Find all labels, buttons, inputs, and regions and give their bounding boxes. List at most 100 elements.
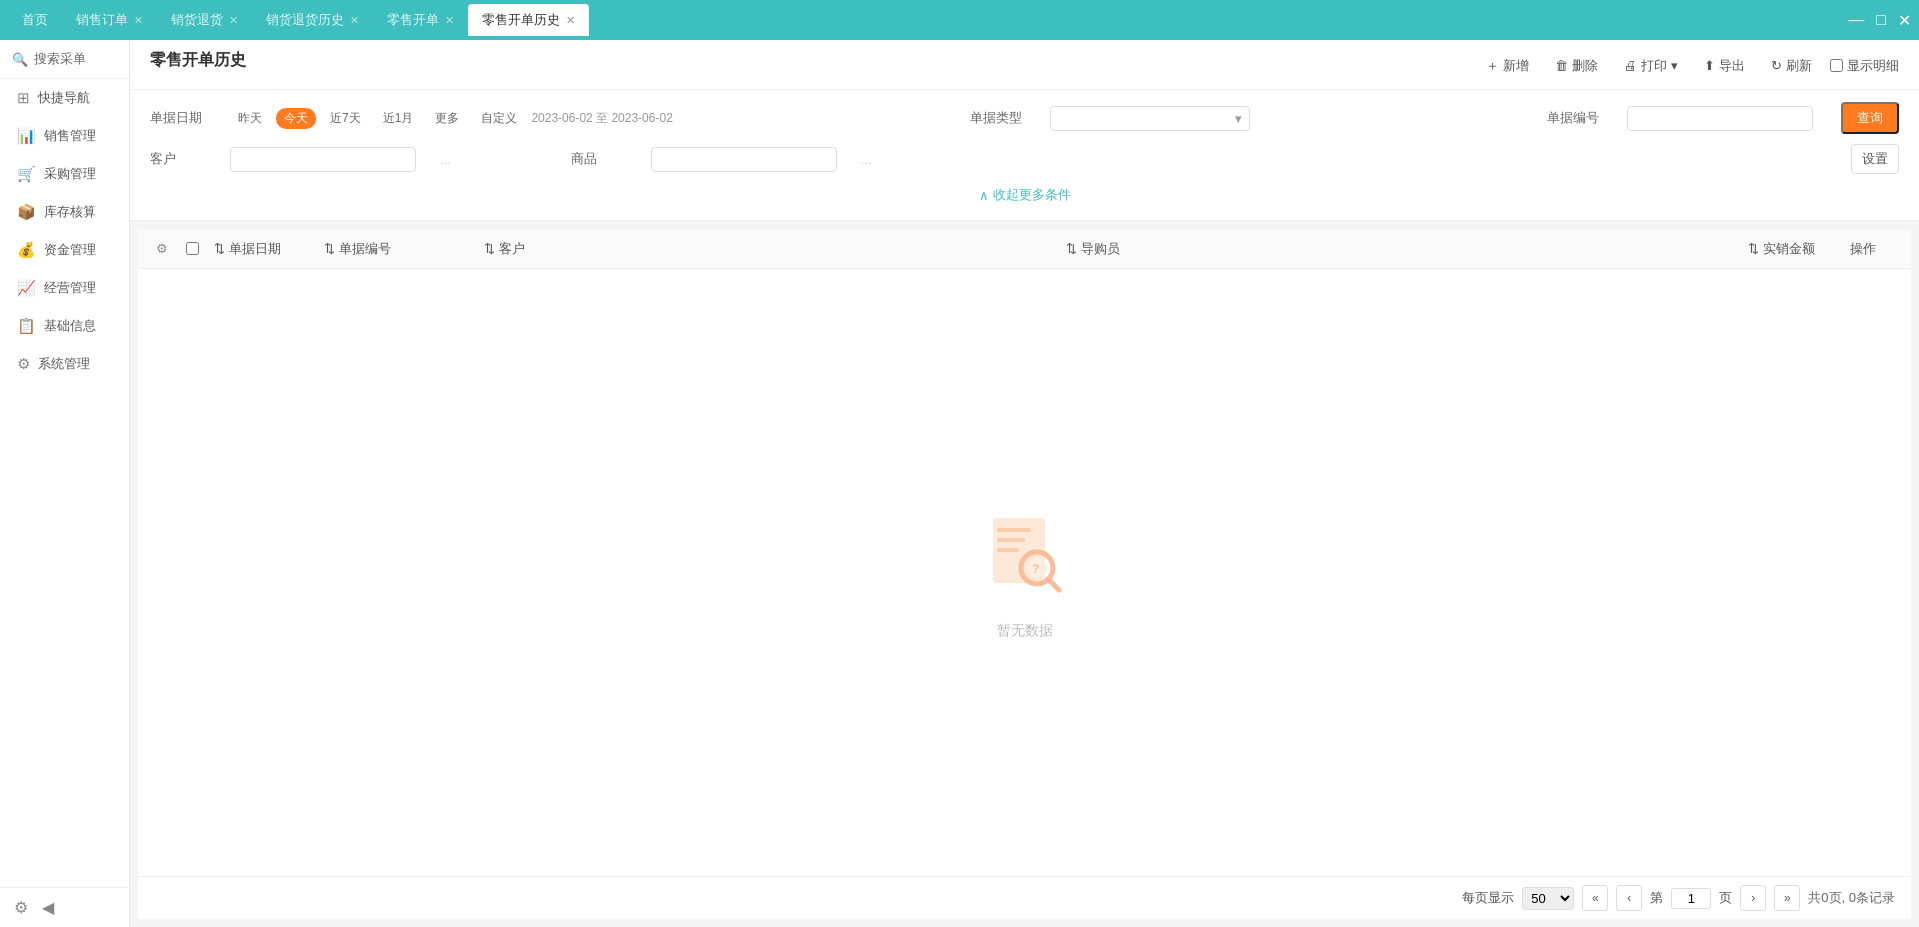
th-customer-sort-icon: ⇅: [484, 241, 495, 256]
select-all-checkbox[interactable]: [186, 242, 199, 255]
refresh-button[interactable]: ↻ 刷新: [1763, 53, 1820, 79]
tab-sales-return-history-label: 销货退货历史: [266, 11, 344, 29]
query-button[interactable]: 查询: [1841, 102, 1899, 134]
purchase-mgmt-icon: 🛒: [17, 165, 36, 183]
page-title: 零售开单历史: [150, 50, 246, 71]
th-customer[interactable]: ⇅ 客户: [476, 240, 1058, 258]
collapse-row: ∧ 收起更多条件: [150, 182, 1899, 208]
footer-collapse-icon[interactable]: ◀: [42, 898, 54, 917]
system-icon: ⚙: [17, 355, 30, 373]
th-settings-icon[interactable]: ⚙: [146, 241, 178, 256]
tab-retail-open[interactable]: 零售开单 ✕: [373, 4, 468, 36]
th-amount[interactable]: ⇅ 实销金额: [1723, 240, 1823, 258]
sidebar-item-basic-info-label: 基础信息: [44, 317, 96, 335]
minimize-button[interactable]: —: [1848, 11, 1864, 29]
tab-retail-open-history-label: 零售开单历史: [482, 11, 560, 29]
tab-retail-open-history-close[interactable]: ✕: [566, 14, 575, 27]
date-yesterday-btn[interactable]: 昨天: [230, 108, 270, 129]
print-icon: 🖨: [1624, 58, 1637, 73]
sidebar-item-operations[interactable]: 📈 经营管理: [0, 269, 129, 307]
th-amount-label: 实销金额: [1763, 240, 1815, 258]
svg-rect-1: [997, 528, 1031, 532]
main-layout: 🔍 搜索采单 ⊞ 快捷导航 📊 销售管理 🛒 采购管理 📦 库存核算 💰 资金管…: [0, 40, 1919, 927]
type-select-wrapper: [1050, 106, 1250, 131]
type-filter-label: 单据类型: [970, 109, 1030, 127]
table-area: ⚙ ⇅ 单据日期 ⇅ 单据编号 ⇅ 客户 ⇅ 导购员: [138, 229, 1911, 919]
date-1month-btn[interactable]: 近1月: [375, 108, 422, 129]
sidebar: 🔍 搜索采单 ⊞ 快捷导航 📊 销售管理 🛒 采购管理 📦 库存核算 💰 资金管…: [0, 40, 130, 927]
tab-sales-order-label: 销售订单: [76, 11, 128, 29]
first-page-button[interactable]: «: [1582, 885, 1608, 911]
next-page-icon: ›: [1751, 891, 1755, 905]
export-icon: ⬆: [1704, 58, 1715, 73]
basic-info-icon: 📋: [17, 317, 36, 335]
th-num-label: 单据编号: [339, 240, 391, 258]
last-page-button[interactable]: »: [1774, 885, 1800, 911]
sidebar-item-system[interactable]: ⚙ 系统管理: [0, 345, 129, 383]
customer-dots: ...: [440, 152, 451, 167]
sidebar-item-inventory-label: 库存核算: [44, 203, 96, 221]
th-checkbox[interactable]: [178, 242, 206, 255]
sidebar-search[interactable]: 🔍 搜索采单: [0, 40, 129, 79]
sidebar-item-purchase-mgmt[interactable]: 🛒 采购管理: [0, 155, 129, 193]
close-button[interactable]: ✕: [1898, 11, 1911, 30]
page-num-input[interactable]: [1671, 888, 1711, 909]
print-button[interactable]: 🖨 打印 ▾: [1616, 53, 1686, 79]
date-range-display: 2023-06-02 至 2023-06-02: [531, 110, 672, 127]
toolbar: ＋ 新增 🗑 删除 🖨 打印 ▾ ⬆ 导出 ↻ 刷新 显示明细: [1478, 53, 1899, 79]
next-page-button[interactable]: ›: [1740, 885, 1766, 911]
th-num[interactable]: ⇅ 单据编号: [316, 240, 476, 258]
add-button[interactable]: ＋ 新增: [1478, 53, 1537, 79]
page-of-label: 第: [1650, 889, 1663, 907]
collapse-button[interactable]: ∧ 收起更多条件: [979, 182, 1071, 208]
svg-rect-2: [997, 538, 1025, 542]
export-button[interactable]: ⬆ 导出: [1696, 53, 1753, 79]
goods-filter-input[interactable]: [651, 147, 837, 172]
sidebar-item-basic-info[interactable]: 📋 基础信息: [0, 307, 129, 345]
sidebar-item-quick-nav[interactable]: ⊞ 快捷导航: [0, 79, 129, 117]
num-filter-input[interactable]: [1627, 106, 1813, 131]
refresh-icon: ↻: [1771, 58, 1782, 73]
tab-retail-open-history[interactable]: 零售开单历史 ✕: [468, 4, 589, 36]
date-7days-btn[interactable]: 近7天: [322, 108, 369, 129]
tab-sales-return-close[interactable]: ✕: [229, 14, 238, 27]
tab-sales-return-label: 销货退货: [171, 11, 223, 29]
type-select[interactable]: [1050, 106, 1250, 131]
tab-home[interactable]: 首页: [8, 4, 62, 36]
th-date[interactable]: ⇅ 单据日期: [206, 240, 316, 258]
sidebar-item-finance[interactable]: 💰 资金管理: [0, 231, 129, 269]
filter-row-1: 单据日期 昨天 今天 近7天 近1月 更多 自定义 2023-06-02 至 2…: [150, 102, 1899, 134]
table-header: ⚙ ⇅ 单据日期 ⇅ 单据编号 ⇅ 客户 ⇅ 导购员: [138, 229, 1911, 269]
delete-button[interactable]: 🗑 删除: [1547, 53, 1606, 79]
date-filter-label: 单据日期: [150, 109, 210, 127]
tab-sales-return-history-close[interactable]: ✕: [350, 14, 359, 27]
page-label: 页: [1719, 889, 1732, 907]
tab-sales-return[interactable]: 销货退货 ✕: [157, 4, 252, 36]
svg-line-6: [1048, 579, 1059, 590]
collapse-icon: ∧: [979, 188, 989, 203]
tab-home-label: 首页: [22, 11, 48, 29]
sidebar-item-sales-mgmt[interactable]: 📊 销售管理: [0, 117, 129, 155]
footer-settings-icon[interactable]: ⚙: [14, 898, 28, 917]
show-detail-checkbox[interactable]: 显示明细: [1830, 57, 1899, 75]
page-size-select[interactable]: 50 10 20 100: [1522, 887, 1574, 910]
tab-sales-return-history[interactable]: 销货退货历史 ✕: [252, 4, 373, 36]
th-guide[interactable]: ⇅ 导购员: [1058, 240, 1158, 258]
tab-sales-order[interactable]: 销售订单 ✕: [62, 4, 157, 36]
customer-filter-input[interactable]: [230, 147, 416, 172]
settings-button[interactable]: 设置: [1851, 144, 1899, 174]
finance-icon: 💰: [17, 241, 36, 259]
empty-illustration: ?: [975, 506, 1075, 606]
maximize-button[interactable]: □: [1876, 11, 1886, 29]
date-more-btn[interactable]: 更多: [427, 108, 467, 129]
prev-page-button[interactable]: ‹: [1616, 885, 1642, 911]
tab-sales-order-close[interactable]: ✕: [134, 14, 143, 27]
date-custom-btn[interactable]: 自定义: [473, 108, 525, 129]
date-today-btn[interactable]: 今天: [276, 108, 316, 129]
operations-icon: 📈: [17, 279, 36, 297]
goods-filter-label: 商品: [571, 150, 631, 168]
show-detail-input[interactable]: [1830, 59, 1843, 72]
content-area: 零售开单历史 ＋ 新增 🗑 删除 🖨 打印 ▾ ⬆ 导出 ↻ 刷新 显示明细 单…: [130, 40, 1919, 927]
sidebar-item-inventory[interactable]: 📦 库存核算: [0, 193, 129, 231]
tab-retail-open-close[interactable]: ✕: [445, 14, 454, 27]
